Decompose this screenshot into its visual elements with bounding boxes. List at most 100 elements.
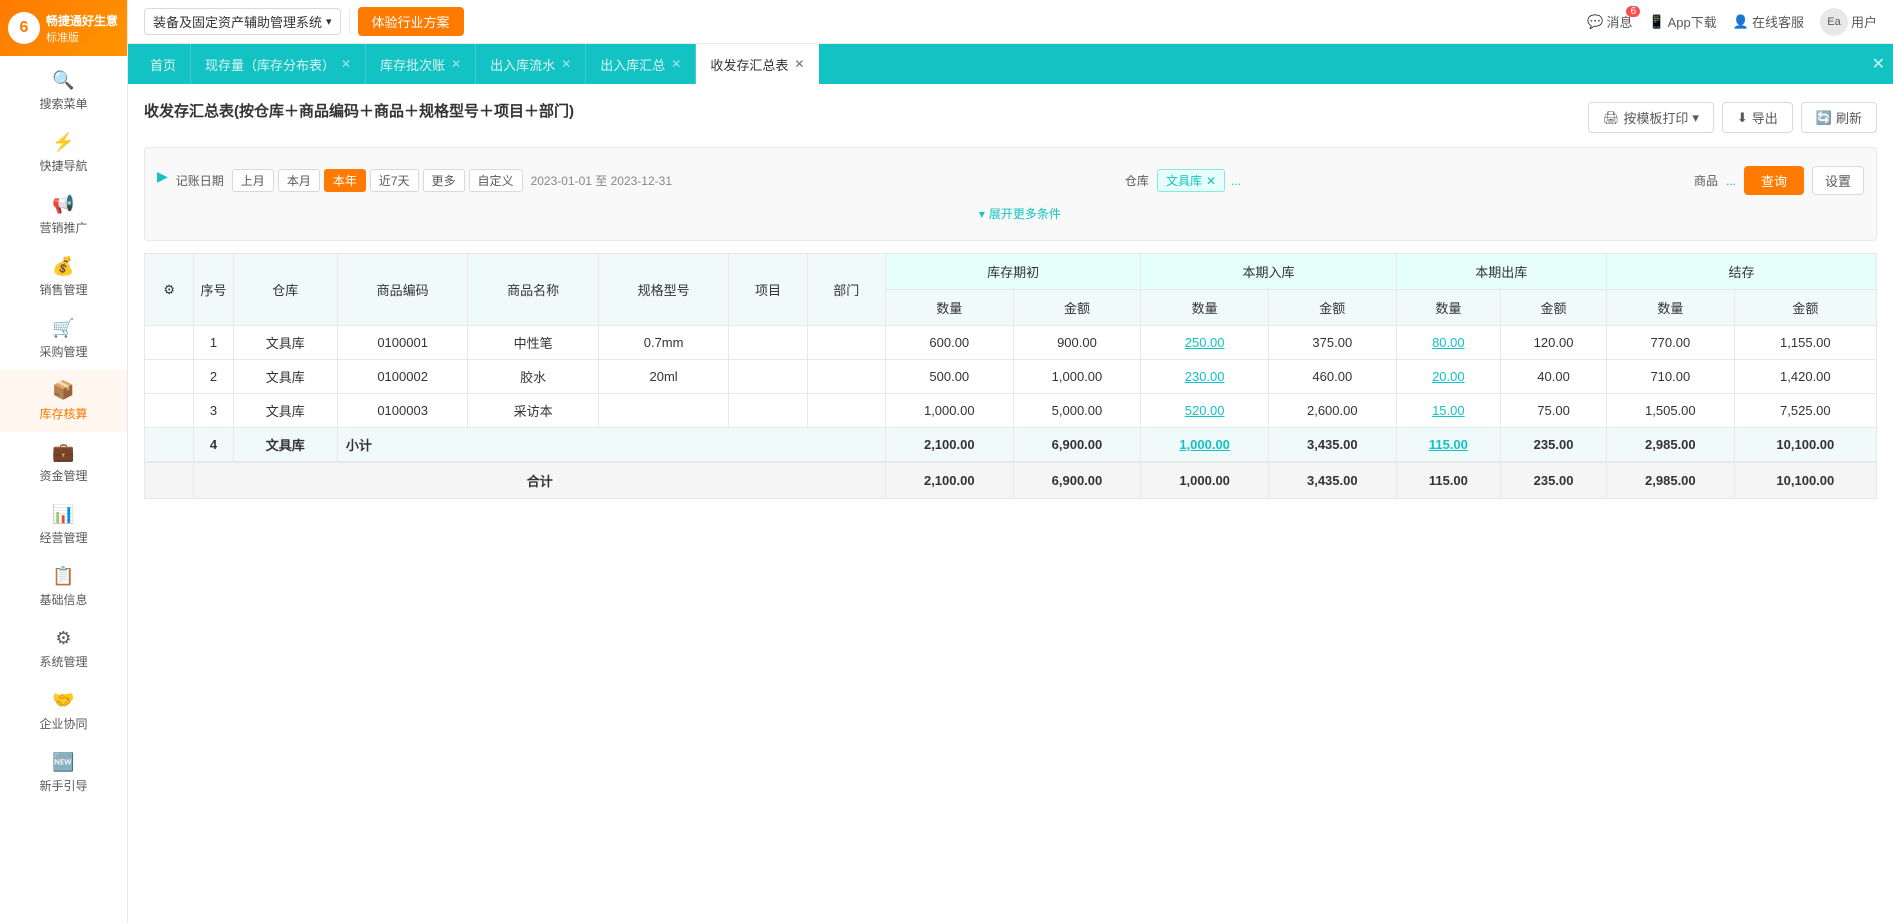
tab-inventory-dist-label: 现存量（库存分布表） <box>205 55 335 74</box>
app-download-label: App下载 <box>1668 12 1717 31</box>
tab-inout-summary[interactable]: 出入库汇总 ✕ <box>586 44 696 84</box>
subtotal-no: 4 <box>194 428 233 463</box>
sidebar-item-quick-nav[interactable]: ⚡ 快捷导航 <box>0 122 127 184</box>
th-out: 本期出库 <box>1396 254 1606 290</box>
tab-inventory-dist[interactable]: 现存量（库存分布表） ✕ <box>191 44 366 84</box>
sidebar-item-guide[interactable]: 🆕 新手引导 <box>0 742 127 804</box>
row3-goods-spec <box>598 394 728 428</box>
service-icon: 👤 <box>1733 14 1749 30</box>
tab-inout-summary-close[interactable]: ✕ <box>671 57 681 71</box>
th-in: 本期入库 <box>1141 254 1396 290</box>
row2-open-amt: 1,000.00 <box>1013 360 1141 394</box>
printer-icon: 🖨 <box>1603 110 1620 126</box>
sidebar-item-finance[interactable]: 💼 资金管理 <box>0 432 127 494</box>
th-settings[interactable]: ⚙ <box>145 254 194 326</box>
total-close-qty: 2,985.00 <box>1607 462 1735 499</box>
row2-close-qty: 710.00 <box>1607 360 1735 394</box>
subtotal-out-qty[interactable]: 115.00 <box>1396 428 1500 463</box>
tab-inout-flow[interactable]: 出入库流水 ✕ <box>476 44 586 84</box>
row1-goods-name: 中性笔 <box>468 326 598 360</box>
tab-recv-send[interactable]: 收发存汇总表 ✕ <box>696 44 819 84</box>
sidebar: 6 畅捷通好生意 标准版 🔍 搜索菜单 ⚡ 快捷导航 📢 营销推广 💰 销售管理… <box>0 0 128 923</box>
th-out-qty: 数量 <box>1396 290 1500 326</box>
goods-more-btn[interactable]: ... <box>1726 174 1736 188</box>
warehouse-more-btn[interactable]: ... <box>1231 174 1241 188</box>
filter-section: ▶ 记账日期 上月 本月 本年 近7天 更多 自定义 2023-01-01 至 … <box>157 158 1864 230</box>
tab-recv-send-close[interactable]: ✕ <box>794 57 804 71</box>
app-download-item[interactable]: 📱 App下载 <box>1648 12 1716 31</box>
sidebar-item-system[interactable]: ⚙ 系统管理 <box>0 618 127 680</box>
sidebar-item-sales[interactable]: 💰 销售管理 <box>0 246 127 308</box>
sidebar-item-basic[interactable]: 📋 基础信息 <box>0 556 127 618</box>
sidebar-item-collab[interactable]: 🤝 企业协同 <box>0 680 127 742</box>
total-empty-1 <box>145 462 194 499</box>
row1-close-qty: 770.00 <box>1607 326 1735 360</box>
row1-in-qty[interactable]: 250.00 <box>1141 326 1269 360</box>
sidebar-item-search[interactable]: 🔍 搜索菜单 <box>0 60 127 122</box>
row3-in-qty[interactable]: 520.00 <box>1141 394 1269 428</box>
subtotal-in-qty[interactable]: 1,000.00 <box>1141 428 1269 463</box>
date-btn-7days[interactable]: 近7天 <box>370 169 419 192</box>
date-btn-custom[interactable]: 自定义 <box>469 169 523 192</box>
print-template-button[interactable]: 🖨 按模板打印 ▾ <box>1588 102 1714 133</box>
sidebar-item-inventory[interactable]: 📦 库存核算 <box>0 370 127 432</box>
sidebar-item-purchase[interactable]: 🛒 采购管理 <box>0 308 127 370</box>
filter-arrow-icon[interactable]: ▶ <box>157 168 168 185</box>
sidebar-label-basic: 基础信息 <box>39 591 87 608</box>
refresh-button[interactable]: 🔄 刷新 <box>1801 102 1877 133</box>
subtotal-row: 4 文具库 小计 2,100.00 6,900.00 1,000.00 3,43… <box>145 428 1877 463</box>
sidebar-item-marketing[interactable]: 📢 营销推广 <box>0 184 127 246</box>
sidebar-item-operation[interactable]: 📊 经营管理 <box>0 494 127 556</box>
warehouse-tag-area: 文具库 ✕ ... <box>1157 169 1241 192</box>
row2-dept <box>807 360 885 394</box>
table-header-row-1: ⚙ 序号 仓库 商品编码 商品名称 规格型号 项目 部门 库存期初 本期入库 本… <box>145 254 1877 290</box>
sidebar-label-finance: 资金管理 <box>39 467 87 484</box>
header-right: 💬 消息 6 📱 App下载 👤 在线客服 Ea 用户 <box>1587 8 1877 36</box>
expand-label: 展开更多条件 <box>989 205 1061 222</box>
date-btn-last-month[interactable]: 上月 <box>232 169 274 192</box>
table-settings-icon[interactable]: ⚙ <box>163 282 175 297</box>
row1-checkbox <box>145 326 194 360</box>
th-goods-spec: 规格型号 <box>598 254 728 326</box>
subtotal-open-amt: 6,900.00 <box>1013 428 1141 463</box>
warehouse-tag-value: 文具库 <box>1166 172 1202 189</box>
sidebar-nav: 🔍 搜索菜单 ⚡ 快捷导航 📢 营销推广 💰 销售管理 🛒 采购管理 📦 库存核… <box>0 56 127 923</box>
row2-in-qty[interactable]: 230.00 <box>1141 360 1269 394</box>
tab-batch-close[interactable]: ✕ <box>451 57 461 71</box>
system-selector[interactable]: 装备及固定资产辅助管理系统 ▾ <box>144 8 341 35</box>
tab-batch[interactable]: 库存批次账 ✕ <box>366 44 476 84</box>
query-button[interactable]: 查询 <box>1744 166 1804 195</box>
row2-out-qty[interactable]: 20.00 <box>1396 360 1500 394</box>
user-item[interactable]: Ea 用户 <box>1820 8 1877 36</box>
tab-inout-flow-close[interactable]: ✕ <box>561 57 571 71</box>
row3-out-qty[interactable]: 15.00 <box>1396 394 1500 428</box>
export-button[interactable]: ⬇ 导出 <box>1722 102 1793 133</box>
settings-filter-button[interactable]: 设置 <box>1812 166 1864 195</box>
message-item[interactable]: 💬 消息 6 <box>1587 12 1632 31</box>
tab-batch-label: 库存批次账 <box>380 55 445 74</box>
expand-conditions-button[interactable]: ▾ 展开更多条件 <box>979 205 1061 222</box>
subtotal-checkbox <box>145 428 194 463</box>
row3-goods-code: 0100003 <box>337 394 467 428</box>
mobile-icon: 📱 <box>1648 14 1664 30</box>
tab-home[interactable]: 首页 <box>136 44 191 84</box>
row3-goods-name: 采访本 <box>468 394 598 428</box>
row3-close-qty: 1,505.00 <box>1607 394 1735 428</box>
subtotal-warehouse: 文具库 <box>233 428 337 463</box>
date-btn-this-month[interactable]: 本月 <box>278 169 320 192</box>
export-label: 导出 <box>1752 108 1778 127</box>
date-btn-more[interactable]: 更多 <box>423 169 465 192</box>
online-service-item[interactable]: 👤 在线客服 <box>1733 12 1804 31</box>
row2-checkbox <box>145 360 194 394</box>
tab-bar-close-icon[interactable]: ✕ <box>1872 54 1885 74</box>
total-label: 合计 <box>194 462 885 499</box>
tab-inout-summary-label: 出入库汇总 <box>600 55 665 74</box>
system-name: 装备及固定资产辅助管理系统 <box>153 12 322 31</box>
logo-icon: 6 <box>8 12 40 44</box>
date-btn-this-year[interactable]: 本年 <box>324 169 366 192</box>
warehouse-tag-close[interactable]: ✕ <box>1206 174 1216 188</box>
date-label: 记账日期 <box>176 172 224 189</box>
experience-button[interactable]: 体验行业方案 <box>358 7 464 36</box>
tab-inventory-dist-close[interactable]: ✕ <box>341 57 351 71</box>
row1-out-qty[interactable]: 80.00 <box>1396 326 1500 360</box>
